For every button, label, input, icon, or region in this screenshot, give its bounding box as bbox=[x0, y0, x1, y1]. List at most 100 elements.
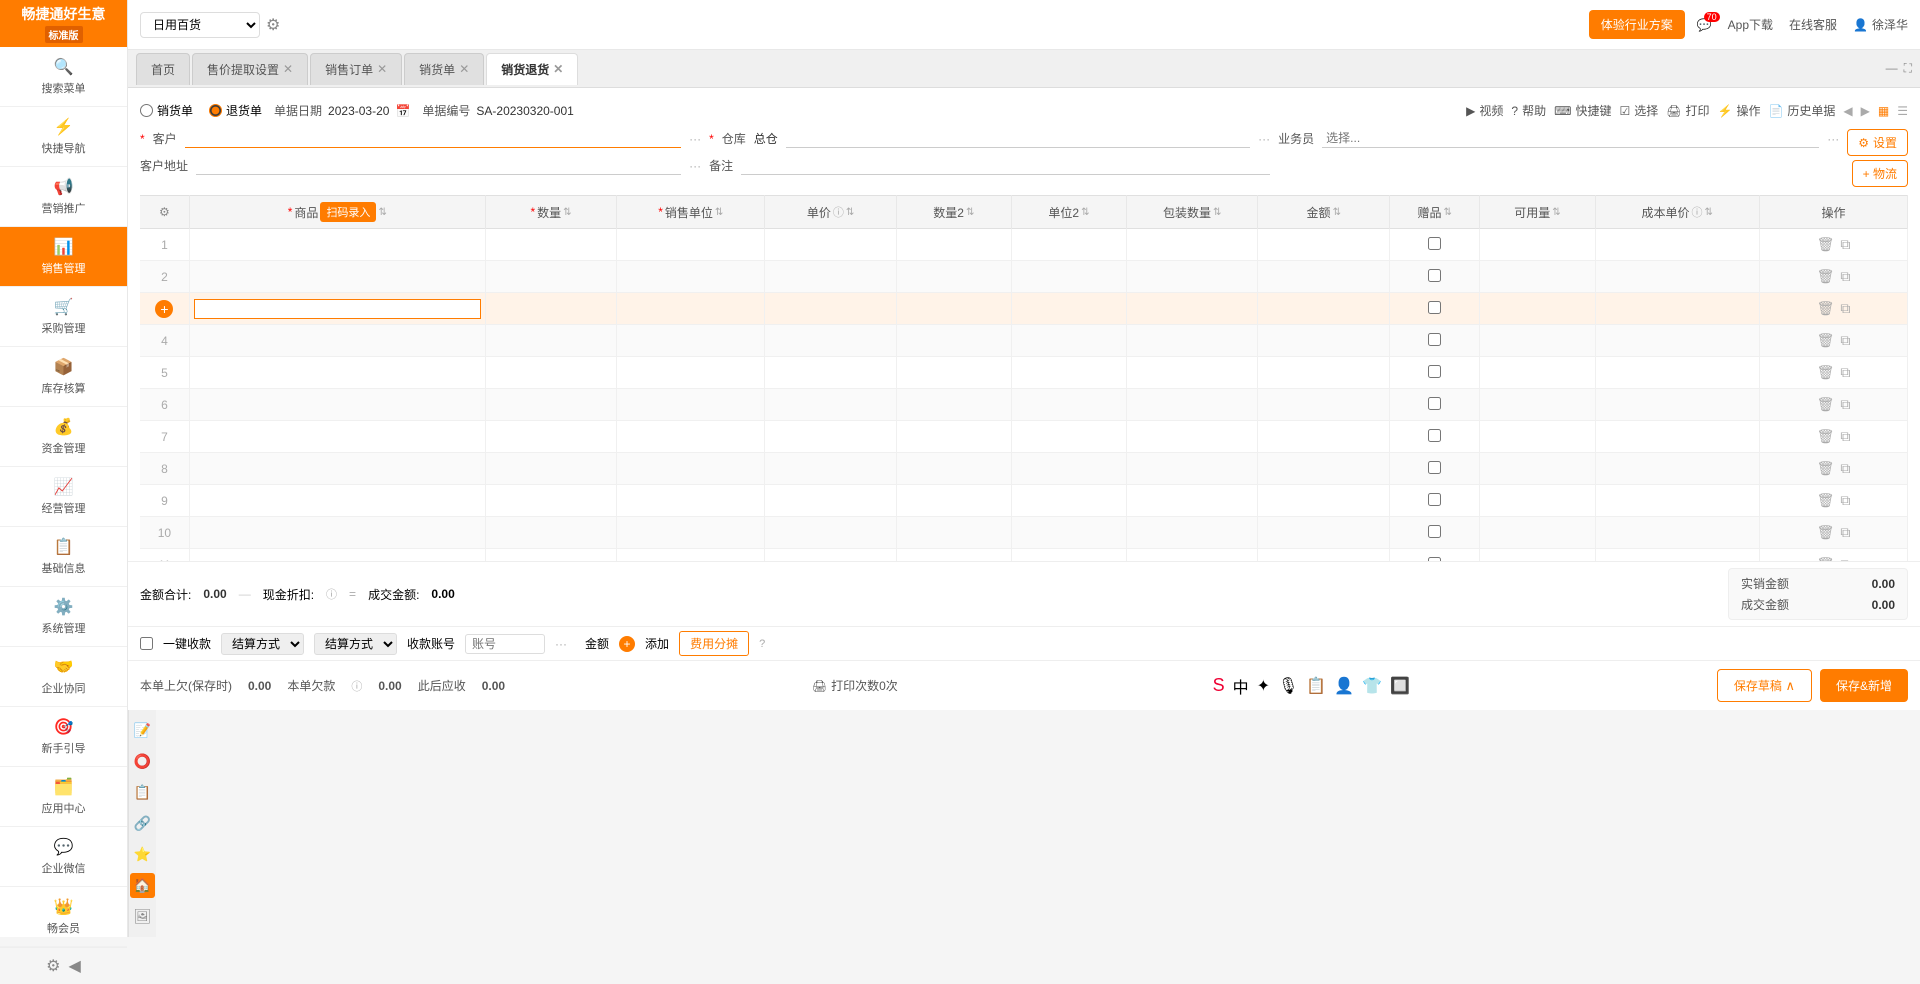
operate-btn[interactable]: ⚡ 操作 bbox=[1717, 102, 1760, 119]
sidebar-item-marketing[interactable]: 📢 营销推广 bbox=[0, 167, 127, 227]
amount-cell-7[interactable] bbox=[1258, 421, 1390, 453]
delete-row-icon-7[interactable]: 🗑 bbox=[1817, 428, 1835, 445]
sidebar-item-shortcut[interactable]: ⚡ 快捷导航 bbox=[0, 107, 127, 167]
tab-sale-price-close[interactable]: ✕ bbox=[283, 62, 293, 76]
tab-home[interactable]: 首页 bbox=[136, 53, 190, 85]
pkg-qty-cell-11[interactable] bbox=[1126, 549, 1258, 562]
unit-cell-7[interactable] bbox=[617, 421, 765, 453]
price-cell-2[interactable] bbox=[765, 261, 897, 293]
delete-row-icon-9[interactable]: 🗑 bbox=[1817, 492, 1835, 509]
unit-cell-9[interactable] bbox=[617, 485, 765, 517]
add-fee-button[interactable]: + bbox=[619, 636, 635, 652]
available-cell-3[interactable] bbox=[1480, 293, 1595, 325]
available-cell-7[interactable] bbox=[1480, 421, 1595, 453]
delete-row-icon-2[interactable]: 🗑 bbox=[1817, 268, 1835, 285]
list-view-icon[interactable]: ☰ bbox=[1897, 104, 1908, 118]
sale-radio-input[interactable] bbox=[140, 104, 153, 117]
amount-cell-1[interactable] bbox=[1258, 229, 1390, 261]
gift-checkbox-10[interactable] bbox=[1428, 525, 1441, 538]
tab-sale-goods[interactable]: 销货单 ✕ bbox=[404, 53, 484, 85]
sidebar-item-newbie[interactable]: 🎯 新手引导 bbox=[0, 707, 127, 767]
amount-cell-10[interactable] bbox=[1258, 517, 1390, 549]
remark-input[interactable] bbox=[741, 156, 1270, 175]
pkg-qty-cell-9[interactable] bbox=[1126, 485, 1258, 517]
qty-cell-2[interactable] bbox=[485, 261, 617, 293]
pkg-qty-cell-1[interactable] bbox=[1126, 229, 1258, 261]
header-settings-icon[interactable]: ⚙ bbox=[266, 15, 280, 35]
search-select[interactable]: 日用百货 bbox=[140, 12, 260, 38]
amount-cell-4[interactable] bbox=[1258, 325, 1390, 357]
cost-price-cell-2[interactable] bbox=[1595, 261, 1759, 293]
gift-sort-icon[interactable]: ⇅ bbox=[1444, 207, 1452, 218]
copy-row-icon-5[interactable]: ⧉ bbox=[1840, 364, 1850, 381]
cost-sort-icon[interactable]: ⇅ bbox=[1705, 207, 1713, 218]
rp-icon-5[interactable]: ⭐ bbox=[130, 842, 155, 867]
cost-price-cell-10[interactable] bbox=[1595, 517, 1759, 549]
salesperson-dots[interactable]: ··· bbox=[1827, 132, 1839, 146]
cost-price-cell-7[interactable] bbox=[1595, 421, 1759, 453]
prev-icon[interactable]: ◀ bbox=[1843, 104, 1852, 118]
qty2-cell-1[interactable] bbox=[896, 229, 1011, 261]
gift-cell-8[interactable] bbox=[1390, 453, 1480, 485]
sidebar-item-appstore[interactable]: 🗂️ 应用中心 bbox=[0, 767, 127, 827]
unit-cell-4[interactable] bbox=[617, 325, 765, 357]
print-btn[interactable]: 🖨 打印 bbox=[1666, 102, 1709, 119]
copy-row-icon-1[interactable]: ⧉ bbox=[1840, 236, 1850, 253]
arrears-info-icon[interactable]: ⓘ bbox=[351, 678, 362, 694]
delete-row-icon-5[interactable]: 🗑 bbox=[1817, 364, 1835, 381]
goods-cell-4[interactable] bbox=[189, 325, 485, 357]
amount-cell-5[interactable] bbox=[1258, 357, 1390, 389]
account-dots[interactable]: ··· bbox=[555, 637, 567, 651]
qty2-cell-2[interactable] bbox=[896, 261, 1011, 293]
qty2-sort-icon[interactable]: ⇅ bbox=[966, 207, 974, 218]
warehouse-input[interactable] bbox=[786, 129, 1250, 148]
return-radio[interactable]: 退货单 bbox=[209, 102, 262, 119]
cost-info-icon[interactable]: ⓘ bbox=[1692, 204, 1703, 220]
qty2-cell-7[interactable] bbox=[896, 421, 1011, 453]
gift-cell-3[interactable] bbox=[1390, 293, 1480, 325]
sidebar-item-enterprise[interactable]: 🤝 企业协同 bbox=[0, 647, 127, 707]
gift-checkbox-4[interactable] bbox=[1428, 333, 1441, 346]
select-btn[interactable]: ☑ 选择 bbox=[1619, 102, 1658, 119]
add-row-button[interactable]: + bbox=[155, 300, 173, 318]
save-draft-button[interactable]: 保存草稿 ∧ bbox=[1717, 669, 1812, 702]
unit-cell-1[interactable] bbox=[617, 229, 765, 261]
qty-cell-6[interactable] bbox=[485, 389, 617, 421]
gift-cell-11[interactable] bbox=[1390, 549, 1480, 562]
gift-cell-2[interactable] bbox=[1390, 261, 1480, 293]
price-cell-9[interactable] bbox=[765, 485, 897, 517]
account-input[interactable] bbox=[465, 634, 545, 654]
unit-cell-5[interactable] bbox=[617, 357, 765, 389]
price-cell-11[interactable] bbox=[765, 549, 897, 562]
tab-expand-icon[interactable]: ⛶ bbox=[1904, 61, 1912, 76]
unit2-cell-8[interactable] bbox=[1011, 453, 1126, 485]
goods-cell-11[interactable] bbox=[189, 549, 485, 562]
qty-cell-3[interactable] bbox=[485, 293, 617, 325]
pkg-qty-cell-8[interactable] bbox=[1126, 453, 1258, 485]
price-cell-8[interactable] bbox=[765, 453, 897, 485]
pkg-qty-cell-4[interactable] bbox=[1126, 325, 1258, 357]
discount-info-icon[interactable]: ⓘ bbox=[326, 586, 337, 602]
unit2-cell-4[interactable] bbox=[1011, 325, 1126, 357]
available-cell-1[interactable] bbox=[1480, 229, 1595, 261]
goods-cell-9[interactable] bbox=[189, 485, 485, 517]
cost-price-cell-8[interactable] bbox=[1595, 453, 1759, 485]
goods-cell-1[interactable] bbox=[189, 229, 485, 261]
cost-price-cell-9[interactable] bbox=[1595, 485, 1759, 517]
unit2-cell-6[interactable] bbox=[1011, 389, 1126, 421]
qty-cell-1[interactable] bbox=[485, 229, 617, 261]
unit-sort-icon[interactable]: ⇅ bbox=[715, 207, 723, 218]
qty-cell-11[interactable] bbox=[485, 549, 617, 562]
copy-row-icon-7[interactable]: ⧉ bbox=[1840, 428, 1850, 445]
unit-cell-8[interactable] bbox=[617, 453, 765, 485]
unit-cell-2[interactable] bbox=[617, 261, 765, 293]
tab-sale-return[interactable]: 销货退货 ✕ bbox=[486, 53, 578, 85]
price-cell-3[interactable] bbox=[765, 293, 897, 325]
gift-checkbox-6[interactable] bbox=[1428, 397, 1441, 410]
gift-cell-1[interactable] bbox=[1390, 229, 1480, 261]
experience-button[interactable]: 体验行业方案 bbox=[1589, 10, 1685, 39]
gift-cell-9[interactable] bbox=[1390, 485, 1480, 517]
sidebar-item-member[interactable]: 👑 畅会员 bbox=[0, 887, 127, 947]
qty2-cell-9[interactable] bbox=[896, 485, 1011, 517]
gift-cell-7[interactable] bbox=[1390, 421, 1480, 453]
